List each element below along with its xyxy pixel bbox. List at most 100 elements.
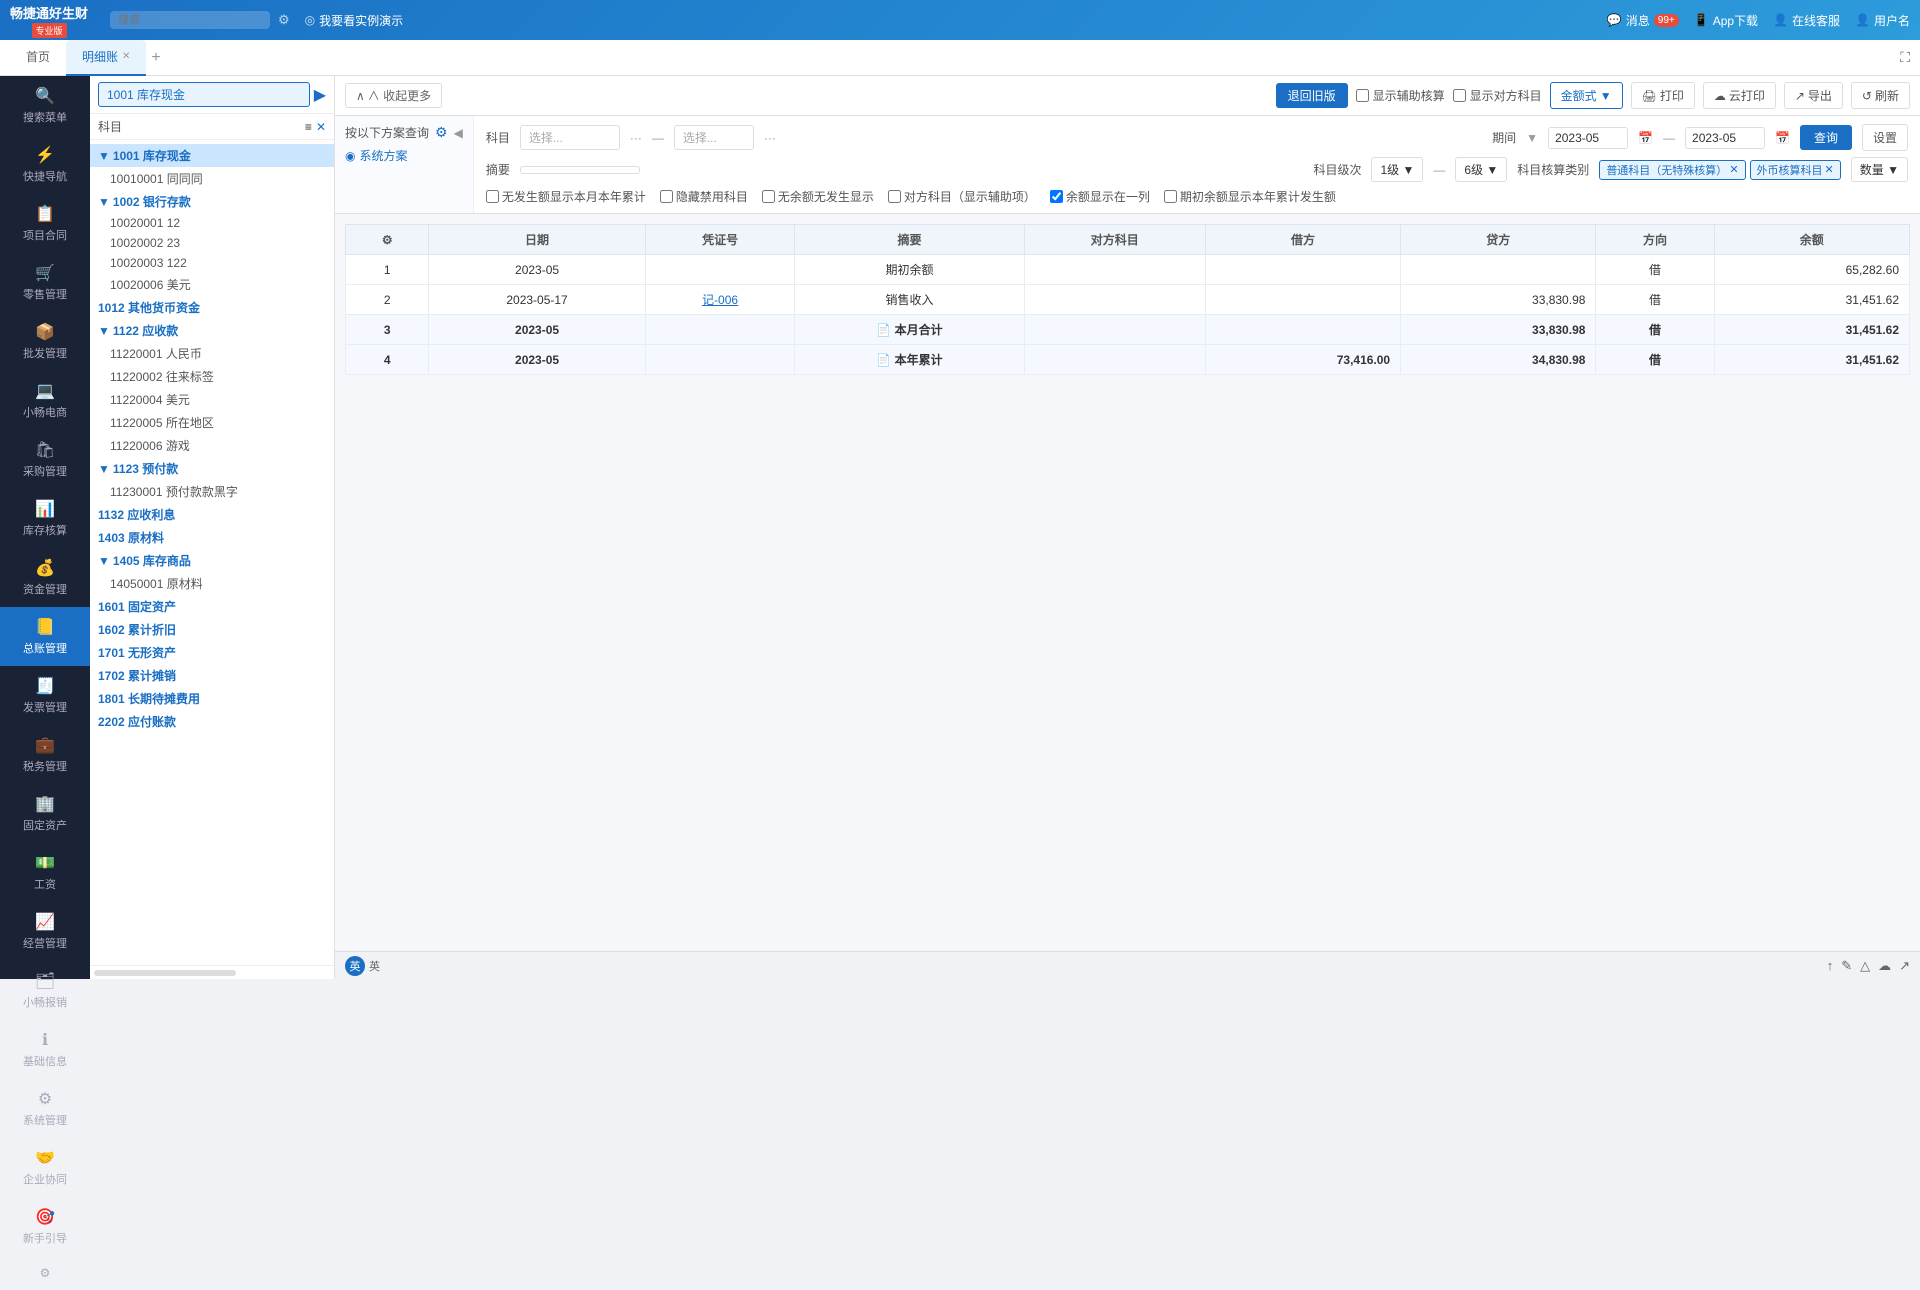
- query-btn[interactable]: 查询: [1800, 125, 1852, 150]
- tree-node-2202[interactable]: 2202 应付账款: [90, 710, 334, 733]
- quantity-select[interactable]: 数量 ▼: [1851, 157, 1908, 182]
- sidebar-item-invoice[interactable]: 🧾 发票管理: [0, 666, 90, 725]
- sidebar-item-project[interactable]: 📋 项目合同: [0, 194, 90, 253]
- set-btn[interactable]: 设置: [1862, 124, 1908, 151]
- tree-node-11220002[interactable]: 11220002 往来标签: [90, 365, 334, 388]
- tree-node-1602[interactable]: 1602 累计折旧: [90, 618, 334, 641]
- checkbox-opposite[interactable]: 对方科目（显示辅助项）: [888, 188, 1036, 205]
- tree-node-10020006[interactable]: 10020006 美元: [90, 273, 334, 296]
- sidebar-item-ledger[interactable]: 📒 总账管理: [0, 607, 90, 666]
- row-voucher[interactable]: [645, 255, 795, 285]
- tag-close-1[interactable]: ✕: [1729, 163, 1738, 176]
- tree-scrollbar[interactable]: [90, 965, 334, 979]
- level-end-select[interactable]: 6级 ▼: [1455, 157, 1507, 182]
- collapse-btn[interactable]: ∧ ∧ 收起更多: [345, 83, 442, 108]
- currency-btn[interactable]: 金额式 ▼: [1550, 82, 1623, 109]
- sidebar-item-search[interactable]: 🔍 搜索菜单: [0, 76, 90, 135]
- print-btn[interactable]: 🖨 打印: [1631, 82, 1695, 109]
- date-end-input[interactable]: 2023-05: [1685, 127, 1765, 149]
- tree-node-1701[interactable]: 1701 无形资产: [90, 641, 334, 664]
- tree-node-11220001[interactable]: 11220001 人民币: [90, 342, 334, 365]
- fullscreen-btn[interactable]: ⛶: [1900, 49, 1910, 66]
- triangle-icon[interactable]: △: [1860, 958, 1870, 974]
- online-service-btn[interactable]: 👤 在线客服: [1773, 12, 1840, 29]
- sidebar-item-wholesale[interactable]: 📦 批发管理: [0, 312, 90, 371]
- sidebar-item-cooperation[interactable]: 🤝 企业协同: [0, 1138, 90, 1197]
- sidebar-item-expense[interactable]: 🗂 小畅报销: [0, 961, 90, 1020]
- demo-link[interactable]: ◎ 我要看实例演示: [305, 12, 404, 29]
- lang-btn[interactable]: 英 英: [345, 956, 380, 976]
- calendar-end-icon[interactable]: 📅: [1775, 131, 1790, 145]
- show-opposite-checkbox[interactable]: 显示对方科目: [1453, 87, 1542, 104]
- tree-node-10010001[interactable]: 10010001 同同同: [90, 167, 334, 190]
- tree-node-1001[interactable]: ▼1001 库存现金: [90, 144, 334, 167]
- tab-add-btn[interactable]: +: [151, 49, 160, 67]
- tree-node-10020002[interactable]: 10020002 23: [90, 233, 334, 253]
- scheme-item-system[interactable]: ◉ 系统方案: [345, 147, 463, 164]
- settings-icon[interactable]: ⚙: [278, 12, 290, 28]
- tree-node-1132[interactable]: 1132 应收利息: [90, 503, 334, 526]
- tree-node-14050001[interactable]: 14050001 原材料: [90, 572, 334, 595]
- tree-node-10020003[interactable]: 10020003 122: [90, 253, 334, 273]
- sidebar-item-tax[interactable]: 💼 税务管理: [0, 725, 90, 784]
- cloud-print-btn[interactable]: ☁ 云打印: [1703, 82, 1776, 109]
- scheme-settings-icon[interactable]: ⚙: [435, 124, 448, 141]
- app-download-btn[interactable]: 📱 App下载: [1694, 12, 1758, 29]
- checkbox-no-occurrence[interactable]: 无发生额显示本月本年累计: [486, 188, 646, 205]
- sidebar-item-system[interactable]: ⚙ 系统管理: [0, 1079, 90, 1138]
- row-voucher[interactable]: [645, 315, 795, 345]
- category-tag-2[interactable]: 外币核算科目 ✕: [1750, 160, 1841, 180]
- subject-input[interactable]: 选择...: [520, 125, 620, 150]
- tree-node-1403[interactable]: 1403 原材料: [90, 526, 334, 549]
- sidebar-item-assets[interactable]: 🏢 固定资产: [0, 784, 90, 843]
- sidebar-settings-btn[interactable]: ⚙: [0, 1256, 90, 1290]
- tree-node-1801[interactable]: 1801 长期待摊费用: [90, 687, 334, 710]
- user-avatar[interactable]: 👤 用户名: [1855, 12, 1910, 29]
- tree-node-1601[interactable]: 1601 固定资产: [90, 595, 334, 618]
- sidebar-item-ecommerce[interactable]: 💻 小畅电商: [0, 371, 90, 430]
- sidebar-item-guide[interactable]: 🎯 新手引导: [0, 1197, 90, 1256]
- sidebar-item-nav[interactable]: ⚡ 快捷导航: [0, 135, 90, 194]
- checkbox-hide-disabled[interactable]: 隐藏禁用科目: [660, 188, 748, 205]
- sidebar-item-basic[interactable]: ℹ 基础信息: [0, 1020, 90, 1079]
- account-tree-scroll[interactable]: ▼1001 库存现金 10010001 同同同 ▼1002 银行存款 10020…: [90, 140, 334, 965]
- tree-node-1405[interactable]: ▼1405 库存商品: [90, 549, 334, 572]
- date-start-input[interactable]: 2023-05: [1548, 127, 1628, 149]
- summary-input[interactable]: [520, 166, 640, 174]
- tab-ledger[interactable]: 明细账 ✕: [66, 40, 146, 76]
- col-settings[interactable]: ⚙: [346, 225, 429, 255]
- tab-home[interactable]: 首页: [10, 40, 66, 76]
- tree-node-10020001[interactable]: 10020001 12: [90, 213, 334, 233]
- tree-node-11220004[interactable]: 11220004 美元: [90, 388, 334, 411]
- selected-account-display[interactable]: 1001 库存现金: [98, 82, 310, 107]
- sidebar-item-finance[interactable]: 💰 资金管理: [0, 548, 90, 607]
- sidebar-item-salary[interactable]: 💵 工资: [0, 843, 90, 902]
- back-period-btn[interactable]: 退回旧版: [1276, 83, 1348, 108]
- checkbox-balance-col[interactable]: 余额显示在一列: [1050, 188, 1150, 205]
- sync-icon[interactable]: ↑: [1827, 958, 1834, 973]
- tree-node-1123[interactable]: ▼1123 预付款: [90, 457, 334, 480]
- tree-nav-arrow[interactable]: ▶: [314, 85, 326, 105]
- tag-close-2[interactable]: ✕: [1825, 163, 1834, 176]
- scheme-collapse-icon[interactable]: ◀: [454, 126, 463, 140]
- row-voucher[interactable]: [645, 345, 795, 375]
- period-dropdown[interactable]: ▼: [1526, 131, 1538, 145]
- subject-end-input[interactable]: 选择...: [674, 125, 754, 150]
- tree-node-1122[interactable]: ▼1122 应收款: [90, 319, 334, 342]
- edit-icon[interactable]: ✎: [1841, 958, 1852, 974]
- tab-close-icon[interactable]: ✕: [122, 51, 130, 62]
- calendar-start-icon[interactable]: 📅: [1638, 131, 1653, 145]
- tree-node-11220005[interactable]: 11220005 所在地区: [90, 411, 334, 434]
- category-tag-1[interactable]: 普通科目（无特殊核算） ✕: [1599, 160, 1745, 180]
- tree-list-icon[interactable]: ≡: [305, 120, 312, 134]
- sidebar-item-retail[interactable]: 🛒 零售管理: [0, 253, 90, 312]
- checkbox-year-cumulative[interactable]: 期初余额显示本年累计发生额: [1164, 188, 1336, 205]
- tree-node-1702[interactable]: 1702 累计摊销: [90, 664, 334, 687]
- header-search-input[interactable]: [110, 11, 270, 29]
- sidebar-item-purchase[interactable]: 🛍 采购管理: [0, 430, 90, 489]
- message-btn[interactable]: 💬 消息 99+: [1607, 12, 1679, 29]
- checkbox-no-balance[interactable]: 无余额无发生显示: [762, 188, 874, 205]
- export-btn[interactable]: ↗ 导出: [1784, 82, 1843, 109]
- cloud-icon[interactable]: ☁: [1878, 958, 1891, 974]
- row-voucher[interactable]: 记-006: [645, 285, 795, 315]
